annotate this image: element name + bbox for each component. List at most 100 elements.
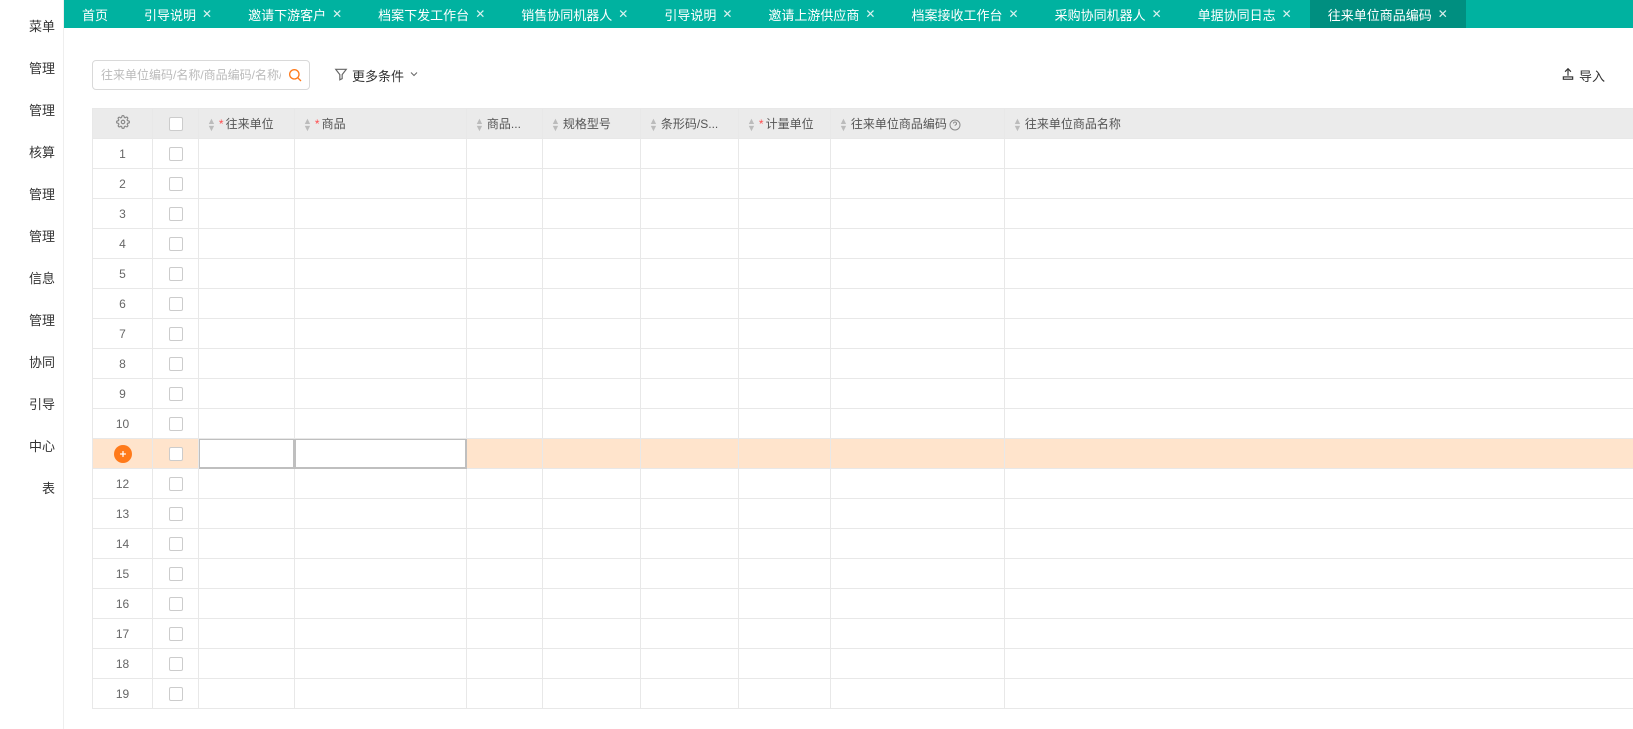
cell[interactable] (543, 679, 641, 709)
close-icon[interactable]: ✕ (1009, 7, 1019, 21)
cell[interactable] (199, 589, 295, 619)
cell[interactable] (831, 649, 1005, 679)
tab[interactable]: 引导说明✕ (126, 0, 230, 28)
row-select[interactable] (153, 199, 199, 229)
search-icon[interactable] (287, 67, 303, 83)
cell[interactable] (199, 199, 295, 229)
checkbox[interactable] (169, 627, 183, 641)
cell[interactable] (641, 499, 739, 529)
table-row[interactable]: 9 (93, 379, 1633, 409)
cell[interactable] (641, 559, 739, 589)
checkbox[interactable] (169, 447, 183, 461)
cell[interactable] (1005, 649, 1633, 679)
cell[interactable] (295, 139, 467, 169)
column-header[interactable]: ▲▼条形码/S... (641, 109, 739, 139)
cell[interactable] (739, 259, 831, 289)
cell[interactable] (831, 169, 1005, 199)
cell[interactable] (467, 499, 543, 529)
cell[interactable] (739, 409, 831, 439)
checkbox[interactable] (169, 417, 183, 431)
close-icon[interactable]: ✕ (618, 7, 628, 21)
cell[interactable] (641, 679, 739, 709)
close-icon[interactable]: ✕ (722, 7, 732, 21)
cell[interactable] (1005, 199, 1633, 229)
cell[interactable] (831, 589, 1005, 619)
cell[interactable] (467, 409, 543, 439)
cell[interactable] (831, 349, 1005, 379)
cell[interactable] (641, 139, 739, 169)
search-input[interactable] (101, 68, 281, 82)
cell[interactable] (199, 259, 295, 289)
cell[interactable] (199, 529, 295, 559)
cell[interactable] (831, 409, 1005, 439)
table-row[interactable]: 2 (93, 169, 1633, 199)
cell[interactable] (199, 649, 295, 679)
cell[interactable] (467, 379, 543, 409)
tab[interactable]: 引导说明✕ (646, 0, 750, 28)
cell[interactable] (199, 169, 295, 199)
cell[interactable] (1005, 259, 1633, 289)
cell[interactable] (831, 289, 1005, 319)
checkbox[interactable] (169, 597, 183, 611)
column-header[interactable]: ▲▼*计量单位 (739, 109, 831, 139)
cell[interactable] (831, 469, 1005, 499)
cell[interactable] (199, 319, 295, 349)
cell[interactable] (641, 289, 739, 319)
cell[interactable] (543, 349, 641, 379)
close-icon[interactable]: ✕ (475, 7, 485, 21)
checkbox[interactable] (169, 687, 183, 701)
row-select[interactable] (153, 139, 199, 169)
cell[interactable] (739, 469, 831, 499)
cell[interactable] (295, 439, 467, 469)
cell[interactable] (295, 559, 467, 589)
cell[interactable] (543, 289, 641, 319)
table-row[interactable]: 5 (93, 259, 1633, 289)
cell[interactable] (641, 469, 739, 499)
cell[interactable] (295, 499, 467, 529)
checkbox[interactable] (169, 657, 183, 671)
cell[interactable] (1005, 379, 1633, 409)
sidebar-item[interactable]: 协同 (0, 340, 63, 382)
row-select[interactable] (153, 559, 199, 589)
cell[interactable] (1005, 499, 1633, 529)
cell[interactable] (295, 379, 467, 409)
tab[interactable]: 往来单位商品编码✕ (1310, 0, 1466, 28)
tab[interactable]: 档案接收工作台✕ (893, 0, 1036, 28)
close-icon[interactable]: ✕ (1282, 7, 1292, 21)
table-row[interactable]: 14 (93, 529, 1633, 559)
cell[interactable] (739, 229, 831, 259)
table-row[interactable]: 19 (93, 679, 1633, 709)
cell[interactable] (641, 589, 739, 619)
column-header[interactable]: ▲▼*商品 (295, 109, 467, 139)
sidebar-item[interactable]: 表 (0, 466, 63, 508)
cell[interactable] (467, 259, 543, 289)
cell[interactable] (199, 439, 295, 469)
cell[interactable] (739, 319, 831, 349)
cell[interactable] (1005, 319, 1633, 349)
cell[interactable] (739, 379, 831, 409)
cell[interactable] (467, 439, 543, 469)
cell[interactable] (295, 469, 467, 499)
help-icon[interactable] (949, 119, 961, 131)
cell[interactable] (199, 139, 295, 169)
cell[interactable] (831, 229, 1005, 259)
table-row[interactable]: 6 (93, 289, 1633, 319)
cell[interactable] (641, 199, 739, 229)
cell[interactable] (467, 169, 543, 199)
table-row[interactable]: 17 (93, 619, 1633, 649)
cell[interactable] (739, 499, 831, 529)
row-select[interactable] (153, 289, 199, 319)
table-row[interactable]: 15 (93, 559, 1633, 589)
cell[interactable] (1005, 619, 1633, 649)
row-select[interactable] (153, 259, 199, 289)
sidebar-item[interactable]: 管理 (0, 172, 63, 214)
cell[interactable] (739, 349, 831, 379)
cell[interactable] (739, 139, 831, 169)
cell[interactable] (543, 259, 641, 289)
cell[interactable] (467, 529, 543, 559)
cell[interactable] (1005, 469, 1633, 499)
row-select[interactable] (153, 469, 199, 499)
table-row[interactable]: 18 (93, 649, 1633, 679)
row-select[interactable] (153, 589, 199, 619)
cell[interactable] (831, 259, 1005, 289)
